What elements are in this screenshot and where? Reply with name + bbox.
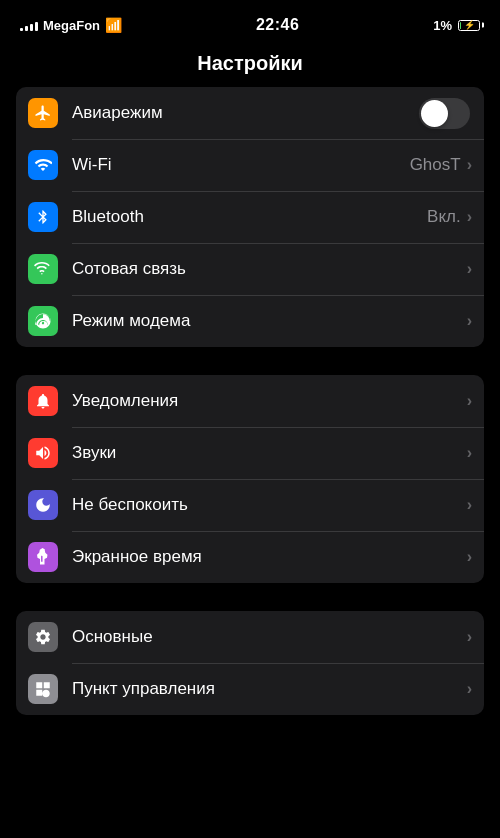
control-center-icon bbox=[28, 674, 58, 704]
airplane-mode-toggle[interactable] bbox=[419, 98, 470, 129]
bluetooth-chevron-icon: › bbox=[467, 208, 472, 226]
notifications-chevron-icon: › bbox=[467, 392, 472, 410]
cellular-label: Сотовая связь bbox=[72, 259, 467, 279]
wifi-icon bbox=[28, 150, 58, 180]
airplane-mode-item[interactable]: Авиарежим bbox=[16, 87, 484, 139]
signal-bar-2 bbox=[25, 26, 28, 31]
sounds-chevron-icon: › bbox=[467, 444, 472, 462]
notifications-item[interactable]: Уведомления › bbox=[16, 375, 484, 427]
screentime-label: Экранное время bbox=[72, 547, 467, 567]
general-item[interactable]: Основные › bbox=[16, 611, 484, 663]
hotspot-item[interactable]: Режим модема › bbox=[16, 295, 484, 347]
screentime-icon bbox=[28, 542, 58, 572]
toggle-thumb bbox=[421, 100, 448, 127]
donotdisturb-item[interactable]: Не беспокоить › bbox=[16, 479, 484, 531]
battery-percent: 1% bbox=[433, 18, 452, 33]
cellular-chevron-icon: › bbox=[467, 260, 472, 278]
signal-bar-1 bbox=[20, 28, 23, 31]
sounds-icon bbox=[28, 438, 58, 468]
status-left: MegaFon 📶 bbox=[20, 17, 122, 33]
general-chevron-icon: › bbox=[467, 628, 472, 646]
bluetooth-label: Bluetooth bbox=[72, 207, 427, 227]
battery-icon: ⚡ bbox=[458, 20, 480, 31]
cellular-icon bbox=[28, 254, 58, 284]
page-title: Настройки bbox=[197, 52, 303, 74]
wifi-label: Wi-Fi bbox=[72, 155, 410, 175]
connectivity-group: Авиарежим Wi-Fi GhosT › Bluetooth Вкл. › bbox=[16, 87, 484, 347]
screentime-item[interactable]: Экранное время › bbox=[16, 531, 484, 583]
cellular-item[interactable]: Сотовая связь › bbox=[16, 243, 484, 295]
wifi-item[interactable]: Wi-Fi GhosT › bbox=[16, 139, 484, 191]
screentime-chevron-icon: › bbox=[467, 548, 472, 566]
hotspot-icon bbox=[28, 306, 58, 336]
control-center-label: Пункт управления bbox=[72, 679, 467, 699]
donotdisturb-icon bbox=[28, 490, 58, 520]
donotdisturb-chevron-icon: › bbox=[467, 496, 472, 514]
bluetooth-value: Вкл. bbox=[427, 207, 461, 227]
bluetooth-item[interactable]: Bluetooth Вкл. › bbox=[16, 191, 484, 243]
general-group: Основные › Пункт управления › bbox=[16, 611, 484, 715]
page-header: Настройки bbox=[0, 44, 500, 87]
wifi-chevron-icon: › bbox=[467, 156, 472, 174]
status-right: 1% ⚡ bbox=[433, 18, 480, 33]
general-icon bbox=[28, 622, 58, 652]
notifications-group: Уведомления › Звуки › Не беспокоить › Эк… bbox=[16, 375, 484, 583]
bluetooth-icon bbox=[28, 202, 58, 232]
control-center-item[interactable]: Пункт управления › bbox=[16, 663, 484, 715]
wifi-status-icon: 📶 bbox=[105, 17, 122, 33]
signal-bars-icon bbox=[20, 20, 38, 31]
sounds-item[interactable]: Звуки › bbox=[16, 427, 484, 479]
status-bar: MegaFon 📶 22:46 1% ⚡ bbox=[0, 0, 500, 44]
general-label: Основные bbox=[72, 627, 467, 647]
notifications-icon bbox=[28, 386, 58, 416]
control-center-chevron-icon: › bbox=[467, 680, 472, 698]
carrier-name: MegaFon bbox=[43, 18, 100, 33]
signal-bar-4 bbox=[35, 22, 38, 31]
gap-2 bbox=[0, 591, 500, 611]
signal-bar-3 bbox=[30, 24, 33, 31]
donotdisturb-label: Не беспокоить bbox=[72, 495, 467, 515]
gap-1 bbox=[0, 355, 500, 375]
notifications-label: Уведомления bbox=[72, 391, 467, 411]
airplane-mode-icon bbox=[28, 98, 58, 128]
sounds-label: Звуки bbox=[72, 443, 467, 463]
hotspot-label: Режим модема bbox=[72, 311, 467, 331]
wifi-value: GhosT bbox=[410, 155, 461, 175]
hotspot-chevron-icon: › bbox=[467, 312, 472, 330]
airplane-mode-label: Авиарежим bbox=[72, 103, 419, 123]
status-time: 22:46 bbox=[256, 16, 299, 34]
battery-bolt-icon: ⚡ bbox=[464, 20, 475, 30]
